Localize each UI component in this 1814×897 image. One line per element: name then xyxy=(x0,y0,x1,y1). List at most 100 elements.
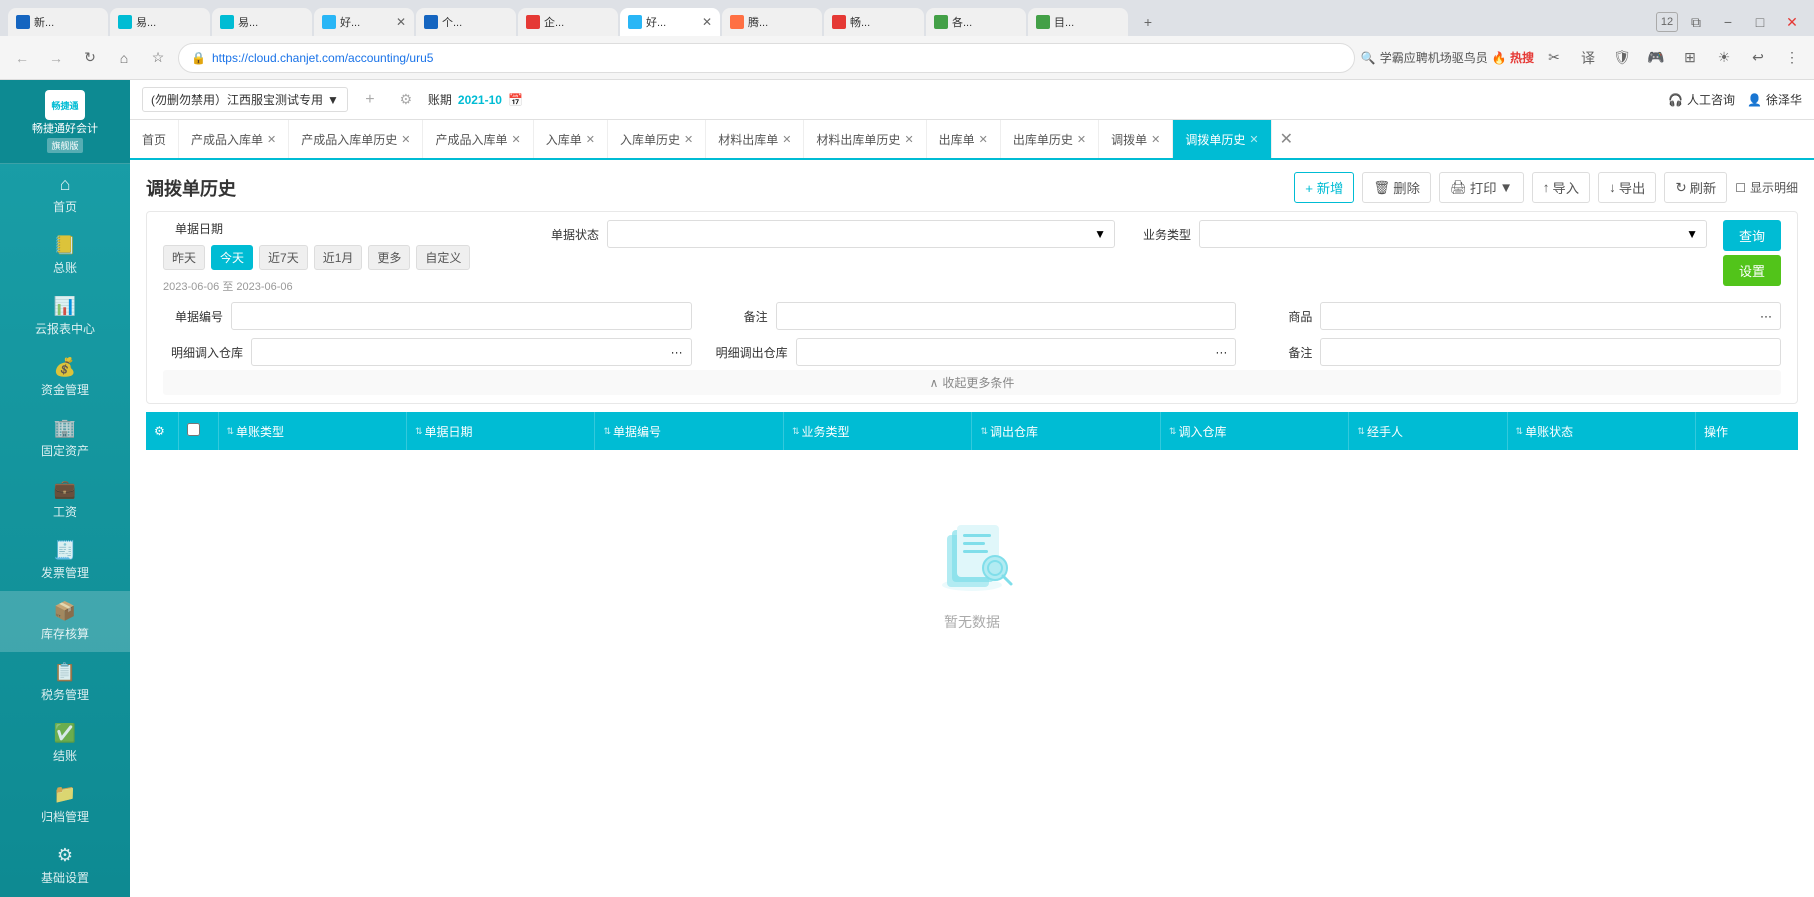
sidebar-item-tax[interactable]: 📋 税务管理 xyxy=(0,652,130,713)
close-icon-pt2[interactable]: ✕ xyxy=(267,133,276,146)
refresh-browser-button[interactable]: ↻ xyxy=(76,44,104,72)
page-tab-pt10[interactable]: 出库单历史 ✕ xyxy=(1001,120,1099,158)
period-selector[interactable]: 账期 2021-10 📅 xyxy=(428,91,523,108)
close-icon-pt6[interactable]: ✕ xyxy=(684,133,693,146)
browser-tab-11[interactable]: 目... xyxy=(1028,8,1128,36)
page-tab-pt6[interactable]: 入库单历史 ✕ xyxy=(608,120,706,158)
forward-button[interactable]: → xyxy=(42,44,70,72)
display-toggle[interactable]: ☐ 显示明细 xyxy=(1735,179,1798,196)
close-window-button[interactable]: ✕ xyxy=(1778,8,1806,36)
scissors-icon[interactable]: ✂ xyxy=(1540,44,1568,72)
th-status[interactable]: ⇅ 单账状态 xyxy=(1507,412,1695,450)
extension2-icon[interactable]: 🎮 xyxy=(1642,44,1670,72)
close-icon-pt9[interactable]: ✕ xyxy=(979,133,988,146)
brightness-icon[interactable]: ☀ xyxy=(1710,44,1738,72)
sidebar-item-settle[interactable]: ✅ 结账 xyxy=(0,713,130,774)
select-all-checkbox[interactable] xyxy=(187,423,200,436)
collapse-button[interactable]: ∧ 收起更多条件 xyxy=(163,370,1781,395)
browser-tab-1[interactable]: 新... xyxy=(8,8,108,36)
th-in-warehouse[interactable]: ⇅ 调入仓库 xyxy=(1160,412,1348,450)
user-profile[interactable]: 👤 徐泽华 xyxy=(1747,91,1802,108)
sidebar-item-wages[interactable]: 💼 工资 xyxy=(0,469,130,530)
sidebar-item-home[interactable]: ⌂ 首页 xyxy=(0,164,130,225)
close-icon-pt12[interactable]: ✕ xyxy=(1249,133,1258,146)
add-company-button[interactable]: + xyxy=(356,86,384,114)
page-tab-pt4[interactable]: 产成品入库单 ✕ xyxy=(423,120,533,158)
extension1-icon[interactable]: 🛡 xyxy=(1608,44,1636,72)
browser-tab-9[interactable]: 畅... xyxy=(824,8,924,36)
close-icon-pt5[interactable]: ✕ xyxy=(586,133,595,146)
star-button[interactable]: ☆ xyxy=(144,44,172,72)
th-type[interactable]: ⇅ 单账类型 xyxy=(218,412,406,450)
import-button[interactable]: ↑ 导入 xyxy=(1532,172,1590,203)
close-icon-pt10[interactable]: ✕ xyxy=(1077,133,1086,146)
settings-company-button[interactable]: ⚙ xyxy=(392,86,420,114)
browser-tab-4[interactable]: 好... ✕ xyxy=(314,8,414,36)
sidebar-item-capital[interactable]: 💰 资金管理 xyxy=(0,347,130,408)
remark-input[interactable] xyxy=(776,302,1237,330)
query-button[interactable]: 查询 xyxy=(1723,220,1781,251)
page-tab-pt8[interactable]: 材料出库单历史 ✕ xyxy=(804,120,926,158)
new-tab-button[interactable]: + xyxy=(1134,8,1162,36)
sidebar-item-assets[interactable]: 🏢 固定资产 xyxy=(0,408,130,469)
close-icon-pt3[interactable]: ✕ xyxy=(401,133,410,146)
browser-tab-7[interactable]: 好... ✕ xyxy=(620,8,720,36)
close-icon-tab7[interactable]: ✕ xyxy=(702,15,712,29)
detail-in-select[interactable]: ··· xyxy=(251,338,692,366)
browser-search-bar[interactable]: 🔍 学霸应聘机场驱鸟员 🔥 热搜 xyxy=(1361,49,1534,66)
biz-type-select[interactable]: ▼ xyxy=(1199,220,1707,248)
detail-out-select[interactable]: ··· xyxy=(796,338,1237,366)
close-icon-pt7[interactable]: ✕ xyxy=(782,133,791,146)
menu-icon[interactable]: ⋮ xyxy=(1778,44,1806,72)
sidebar-item-ledger[interactable]: 📒 总账 xyxy=(0,225,130,286)
date-1month-button[interactable]: 近1月 xyxy=(314,245,363,270)
print-button[interactable]: 🖨 打印 ▼ xyxy=(1439,172,1524,203)
page-tab-pt2[interactable]: 产成品入库单 ✕ xyxy=(179,120,289,158)
browser-tab-5[interactable]: 个... xyxy=(416,8,516,36)
date-yesterday-button[interactable]: 昨天 xyxy=(163,245,205,270)
browser-tab-10[interactable]: 各... xyxy=(926,8,1026,36)
date-7days-button[interactable]: 近7天 xyxy=(259,245,308,270)
th-checkbox[interactable] xyxy=(178,412,218,450)
tabs-count-badge[interactable]: 12 xyxy=(1656,12,1678,32)
sidebar-item-basic[interactable]: ⚙ 基础设置 xyxy=(0,835,130,896)
settings-filter-button[interactable]: 设置 xyxy=(1723,255,1781,286)
new-doc-button[interactable]: + 新增 xyxy=(1294,172,1354,203)
close-icon-pt11[interactable]: ✕ xyxy=(1151,133,1160,146)
remark2-input[interactable] xyxy=(1320,338,1781,366)
page-tab-pt7[interactable]: 材料出库单 ✕ xyxy=(706,120,804,158)
company-selector[interactable]: (勿删勿禁用）江西服宝测试专用 ▼ xyxy=(142,87,348,112)
browser-tab-3[interactable]: 易... xyxy=(212,8,312,36)
page-tab-pt11[interactable]: 调拨单 ✕ xyxy=(1099,120,1173,158)
date-today-button[interactable]: 今天 xyxy=(211,245,253,270)
th-number[interactable]: ⇅ 单据编号 xyxy=(595,412,783,450)
th-date[interactable]: ⇅ 单据日期 xyxy=(406,412,594,450)
translate-icon[interactable]: 译 xyxy=(1574,44,1602,72)
page-tab-pt3[interactable]: 产成品入库单历史 ✕ xyxy=(289,120,423,158)
undo-icon[interactable]: ↩ xyxy=(1744,44,1772,72)
close-icon-pt8[interactable]: ✕ xyxy=(904,133,913,146)
browser-tab-8[interactable]: 腾... xyxy=(722,8,822,36)
sidebar-item-archive[interactable]: 📁 归档管理 xyxy=(0,774,130,835)
sidebar-item-invoice[interactable]: 🧾 发票管理 xyxy=(0,530,130,591)
home-browser-button[interactable]: ⌂ xyxy=(110,44,138,72)
browser-tab-2[interactable]: 易... xyxy=(110,8,210,36)
page-tab-home[interactable]: 首页 xyxy=(130,120,179,158)
tab-bar-close-all[interactable]: ✕ xyxy=(1272,120,1301,158)
th-biz-type[interactable]: ⇅ 业务类型 xyxy=(783,412,971,450)
close-icon-pt4[interactable]: ✕ xyxy=(512,133,521,146)
close-icon-tab4[interactable]: ✕ xyxy=(396,15,406,29)
th-out-warehouse[interactable]: ⇅ 调出仓库 xyxy=(972,412,1160,450)
export-button[interactable]: ↓ 导出 xyxy=(1598,172,1656,203)
delete-button[interactable]: 🗑 删除 xyxy=(1362,172,1431,203)
date-more-button[interactable]: 更多 xyxy=(368,245,410,270)
th-gear[interactable]: ⚙ xyxy=(146,412,178,450)
browser-tab-6[interactable]: 企... xyxy=(518,8,618,36)
restore-window-button[interactable]: ⧉ xyxy=(1682,8,1710,36)
back-button[interactable]: ← xyxy=(8,44,36,72)
address-bar[interactable]: 🔒 https://cloud.chanjet.com/accounting/u… xyxy=(178,43,1355,73)
doc-num-input[interactable] xyxy=(231,302,692,330)
sidebar-item-inventory[interactable]: 📦 库存核算 xyxy=(0,591,130,652)
minimize-button[interactable]: − xyxy=(1714,8,1742,36)
refresh-button[interactable]: ↻ 刷新 xyxy=(1664,172,1727,203)
